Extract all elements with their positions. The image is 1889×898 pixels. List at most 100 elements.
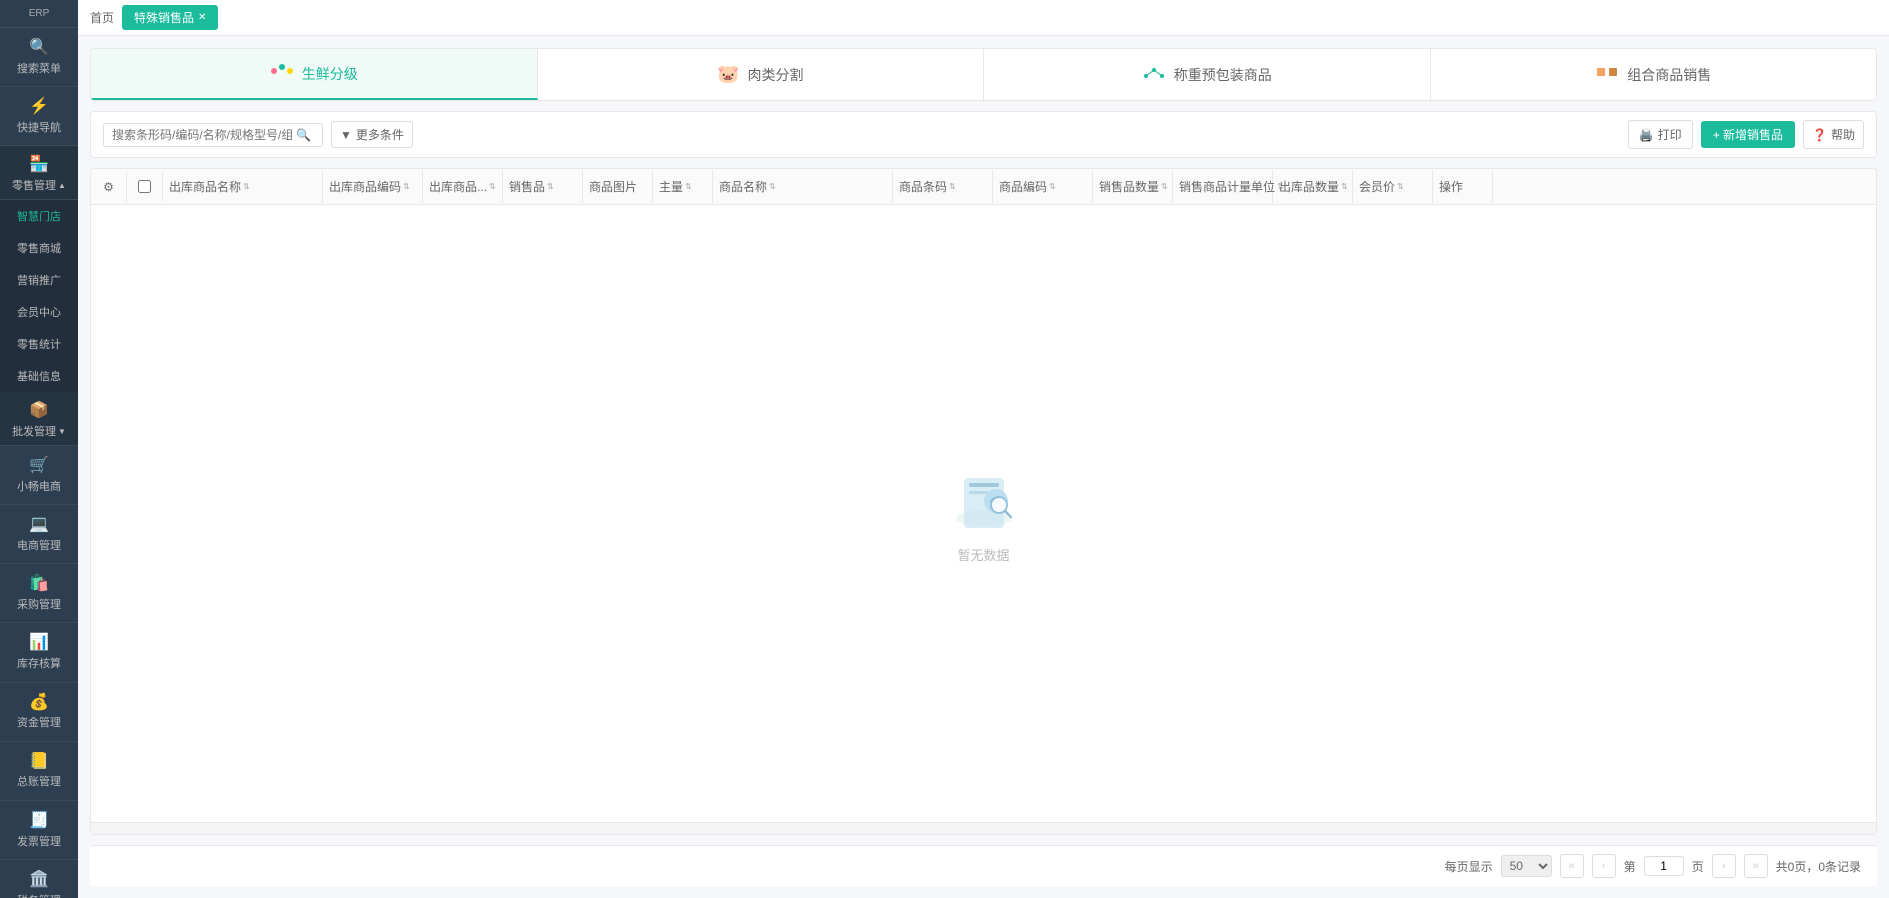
th-sale-product: 销售品 ⇅ <box>503 170 583 203</box>
sidebar-logo: ERP <box>0 0 78 28</box>
sidebar-item-label: 快捷导航 <box>17 121 61 135</box>
sidebar-item-label: 库存核算 <box>17 657 61 671</box>
tab-label: 组合商品销售 <box>1627 65 1711 85</box>
tab-weight-prepack[interactable]: 称重预包装商品 <box>984 49 1431 100</box>
th-gear[interactable]: ⚙ <box>91 172 127 202</box>
help-button[interactable]: ❓ 帮助 <box>1803 120 1864 149</box>
sidebar-item-finance[interactable]: 💰 资金管理 <box>0 683 78 742</box>
th-checkbox[interactable] <box>127 172 163 201</box>
sidebar-item-purchase[interactable]: 🛍️ 采购管理 <box>0 564 78 623</box>
sidebar-item-ecom-mgmt[interactable]: 💻 电商管理 <box>0 505 78 564</box>
prev-page-button[interactable]: ‹ <box>1592 854 1616 878</box>
add-sale-button[interactable]: + 新增销售品 <box>1701 121 1795 148</box>
tax-icon: 🏛️ <box>29 870 49 891</box>
sort-icon[interactable]: ⇅ <box>685 182 692 191</box>
toolbar: 🔍 ▼ 更多条件 🖨️ 打印 + 新增销售品 ❓ 帮助 <box>90 111 1877 158</box>
filter-button[interactable]: ▼ 更多条件 <box>331 121 413 148</box>
sort-icon[interactable]: ⇅ <box>1341 182 1348 191</box>
meat-cut-icon: 🐷 <box>717 64 739 85</box>
sidebar-subitem-retail-stats[interactable]: 零售统计 <box>0 328 78 360</box>
sidebar-item-quick-nav[interactable]: ⚡ 快捷导航 <box>0 87 78 146</box>
data-table: ⚙ 出库商品名称 ⇅ 出库商品编码 ⇅ 出库商品... ⇅ <box>90 168 1877 835</box>
help-label: 帮助 <box>1831 126 1855 143</box>
sidebar: ERP 🔍 搜索菜单 ⚡ 快捷导航 🏪 零售管理 ▲ 智慧门店 零售商城 营销推… <box>0 0 78 898</box>
per-page-label: 每页显示 <box>1445 858 1493 875</box>
page-input[interactable] <box>1644 856 1684 876</box>
tab-fresh-grade[interactable]: 生鲜分级 <box>91 49 538 100</box>
sidebar-subitem-basic-info[interactable]: 基础信息 <box>0 360 78 392</box>
th-sale-qty: 销售品数量 ⇅ <box>1093 170 1173 203</box>
sidebar-item-inventory[interactable]: 📊 库存核算 <box>0 623 78 682</box>
sidebar-subitem-retail-mall[interactable]: 零售商城 <box>0 232 78 264</box>
sidebar-item-wholesale-mgmt[interactable]: 📦 批发管理 ▼ <box>0 392 78 446</box>
wholesale-mgmt-icon: 📦 <box>29 400 49 420</box>
sort-icon[interactable]: ⇅ <box>489 182 496 191</box>
th-out-product-name: 出库商品名称 ⇅ <box>163 170 323 203</box>
mini-ecom-icon: 🛒 <box>29 456 49 477</box>
sidebar-item-search[interactable]: 🔍 搜索菜单 <box>0 28 78 87</box>
filter-icon: ▼ <box>340 128 352 142</box>
inventory-icon: 📊 <box>29 633 49 654</box>
retail-mgmt-icon: 🏪 <box>29 154 49 174</box>
gear-icon[interactable]: ⚙ <box>103 180 114 194</box>
search-box[interactable]: 🔍 <box>103 123 323 147</box>
tab-meat-cut[interactable]: 🐷 肉类分割 <box>538 49 985 100</box>
toolbar-right: 🖨️ 打印 + 新增销售品 ❓ 帮助 <box>1628 120 1864 149</box>
tab-combo-sale[interactable]: 组合商品销售 <box>1431 49 1877 100</box>
sidebar-item-retail-mgmt[interactable]: 🏪 零售管理 ▲ <box>0 146 78 200</box>
add-label: + 新增销售品 <box>1713 126 1783 143</box>
sort-icon[interactable]: ⇅ <box>1161 182 1168 191</box>
quick-nav-icon: ⚡ <box>29 97 49 118</box>
sidebar-item-label: 电商管理 <box>17 539 61 553</box>
next-page-button[interactable]: › <box>1712 854 1736 878</box>
last-page-button[interactable]: » <box>1744 854 1768 878</box>
sort-icon[interactable]: ⇅ <box>1049 182 1056 191</box>
table-scrollbar[interactable] <box>91 822 1876 834</box>
ledger-icon: 📒 <box>29 752 49 773</box>
th-goods-name: 商品名称 ⇅ <box>713 170 893 203</box>
close-tab-icon[interactable]: ✕ <box>198 12 206 23</box>
sort-icon[interactable]: ⇅ <box>547 182 554 191</box>
sidebar-item-label: 批发管理 ▼ <box>12 423 66 439</box>
sidebar-subitem-promo[interactable]: 营销推广 <box>0 264 78 296</box>
toolbar-left: 🔍 ▼ 更多条件 <box>103 121 413 148</box>
sidebar-item-label: 搜索菜单 <box>17 62 61 76</box>
weight-prepack-icon <box>1142 64 1166 85</box>
sidebar-item-mini-ecom[interactable]: 🛒 小畅电商 <box>0 446 78 505</box>
active-tab[interactable]: 特殊销售品 ✕ <box>122 5 218 30</box>
sidebar-item-tax[interactable]: 🏛️ 税务管理 <box>0 860 78 898</box>
sidebar-subitem-label: 零售统计 <box>17 336 61 352</box>
content-area: 生鲜分级 🐷 肉类分割 称重预包装商品 <box>78 36 1889 898</box>
select-all-checkbox[interactable] <box>138 180 151 193</box>
per-page-select[interactable]: 50 100 200 <box>1501 855 1552 877</box>
chevron-up-icon: ▲ <box>58 181 66 190</box>
ecom-mgmt-icon: 💻 <box>29 515 49 536</box>
sort-icon[interactable]: ⇅ <box>403 182 410 191</box>
fresh-grade-icon <box>270 63 294 84</box>
home-breadcrumb[interactable]: 首页 <box>90 9 114 26</box>
tab-label: 肉类分割 <box>747 65 803 85</box>
print-button[interactable]: 🖨️ 打印 <box>1628 120 1693 149</box>
empty-text: 暂无数据 <box>957 545 1009 564</box>
search-input[interactable] <box>112 128 292 142</box>
invoice-icon: 🧾 <box>29 811 49 832</box>
search-icon: 🔍 <box>296 128 311 142</box>
sort-icon[interactable]: ⇅ <box>949 182 956 191</box>
purchase-icon: 🛍️ <box>29 574 49 595</box>
sidebar-subitem-membership[interactable]: 会员中心 <box>0 296 78 328</box>
first-page-button[interactable]: « <box>1560 854 1584 878</box>
sidebar-item-label: 总账管理 <box>17 775 61 789</box>
sidebar-item-invoice[interactable]: 🧾 发票管理 <box>0 801 78 860</box>
finance-icon: 💰 <box>29 693 49 714</box>
active-tab-label: 特殊销售品 <box>134 9 194 26</box>
th-out-product-code: 出库商品编码 ⇅ <box>323 170 423 203</box>
th-out-product-spec: 出库商品... ⇅ <box>423 170 503 203</box>
sidebar-subitem-label: 营销推广 <box>17 272 61 288</box>
th-member-price: 会员价 ⇅ <box>1353 170 1433 203</box>
chevron-down-icon: ▼ <box>58 427 66 436</box>
sidebar-item-general-ledger[interactable]: 📒 总账管理 <box>0 742 78 801</box>
sidebar-subitem-smart-store[interactable]: 智慧门店 <box>0 200 78 232</box>
sort-icon[interactable]: ⇅ <box>769 182 776 191</box>
sort-icon[interactable]: ⇅ <box>243 182 250 191</box>
sort-icon[interactable]: ⇅ <box>1397 182 1404 191</box>
